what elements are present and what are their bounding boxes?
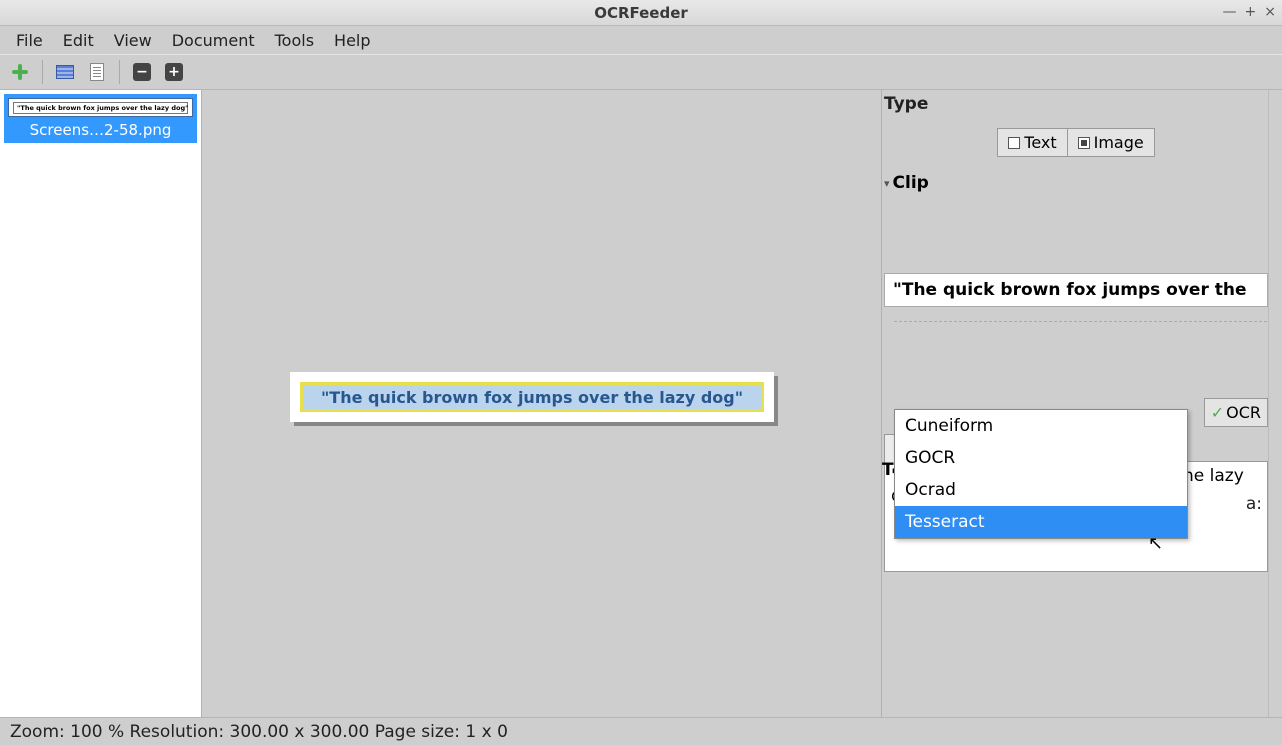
status-text: Zoom: 100 % Resolution: 300.00 x 300.00 …	[10, 722, 508, 742]
clip-heading: Clip	[893, 173, 929, 193]
window-controls: — + ×	[1223, 4, 1276, 20]
ocr-button[interactable]: ✓OCR	[1204, 398, 1268, 427]
engine-option-ocrad[interactable]: Ocrad	[895, 474, 1187, 506]
ocr-button-label: OCR	[1226, 403, 1261, 422]
thumbnail-item[interactable]: "The quick brown fox jumps over the lazy…	[4, 94, 197, 143]
separator	[119, 60, 120, 84]
close-icon[interactable]: ×	[1264, 4, 1276, 20]
type-options: Text Image	[884, 128, 1268, 157]
zoom-out-button[interactable]: −	[128, 58, 156, 86]
thumbnail-preview-text: "The quick brown fox jumps over the lazy…	[13, 102, 188, 114]
menubar: File Edit View Document Tools Help	[0, 26, 1282, 54]
zoom-in-button[interactable]: +	[160, 58, 188, 86]
menu-file[interactable]: File	[6, 28, 53, 53]
triangle-down-icon: ▾	[884, 177, 890, 190]
radio-selected-icon	[1078, 137, 1090, 149]
engine-option-gocr[interactable]: GOCR	[895, 442, 1187, 474]
separator	[42, 60, 43, 84]
minimize-icon[interactable]: —	[1223, 4, 1237, 20]
engine-option-tesseract[interactable]: Tesseract	[895, 506, 1187, 538]
hidden-label-a: a:	[1246, 494, 1262, 514]
type-text-option[interactable]: Text	[998, 129, 1066, 156]
page-button[interactable]	[83, 58, 111, 86]
engine-dropdown[interactable]: Cuneiform GOCR Ocrad Tesseract	[894, 409, 1188, 539]
titlebar: OCRFeeder — + ×	[0, 0, 1282, 26]
type-image-option[interactable]: Image	[1067, 129, 1154, 156]
menu-tools[interactable]: Tools	[265, 28, 324, 53]
radio-icon	[1008, 137, 1020, 149]
maximize-icon[interactable]: +	[1245, 4, 1257, 20]
page-image[interactable]: "The quick brown fox jumps over the lazy…	[290, 372, 774, 422]
menu-view[interactable]: View	[104, 28, 162, 53]
menu-document[interactable]: Document	[162, 28, 265, 53]
hidden-label: T	[882, 460, 894, 480]
type-heading: Type	[884, 90, 1268, 118]
thumbnail-preview: "The quick brown fox jumps over the lazy…	[8, 98, 193, 117]
type-text-label: Text	[1024, 133, 1056, 152]
plus-square-icon: +	[165, 63, 183, 81]
selection-box[interactable]: "The quick brown fox jumps over the lazy…	[300, 382, 764, 412]
check-icon: ✓	[1211, 403, 1224, 422]
menu-help[interactable]: Help	[324, 28, 380, 53]
clip-preview: "The quick brown fox jumps over the	[884, 273, 1268, 307]
type-image-label: Image	[1094, 133, 1144, 152]
layout-button[interactable]	[51, 58, 79, 86]
properties-panel: Type Text Image ▾Clip "The quick brown f…	[882, 90, 1282, 717]
layout-icon	[56, 65, 74, 79]
minus-icon: −	[133, 63, 151, 81]
vertical-scrollbar[interactable]	[1268, 90, 1282, 717]
statusbar: Zoom: 100 % Resolution: 300.00 x 300.00 …	[0, 717, 1282, 745]
plus-icon	[12, 64, 28, 80]
toolbar: − +	[0, 54, 1282, 90]
menu-edit[interactable]: Edit	[53, 28, 104, 53]
window-title: OCRFeeder	[594, 4, 688, 22]
selection-text: "The quick brown fox jumps over the lazy…	[321, 388, 743, 407]
thumbnail-sidebar: "The quick brown fox jumps over the lazy…	[0, 90, 202, 717]
clip-divider	[894, 321, 1282, 322]
thumbnail-label: Screens…2-58.png	[8, 121, 193, 139]
canvas[interactable]: "The quick brown fox jumps over the lazy…	[202, 90, 882, 717]
add-button[interactable]	[6, 58, 34, 86]
page-icon	[90, 63, 104, 81]
engine-option-cuneiform[interactable]: Cuneiform	[895, 410, 1187, 442]
main-area: "The quick brown fox jumps over the lazy…	[0, 90, 1282, 717]
clip-expander[interactable]: ▾Clip	[884, 173, 1268, 193]
